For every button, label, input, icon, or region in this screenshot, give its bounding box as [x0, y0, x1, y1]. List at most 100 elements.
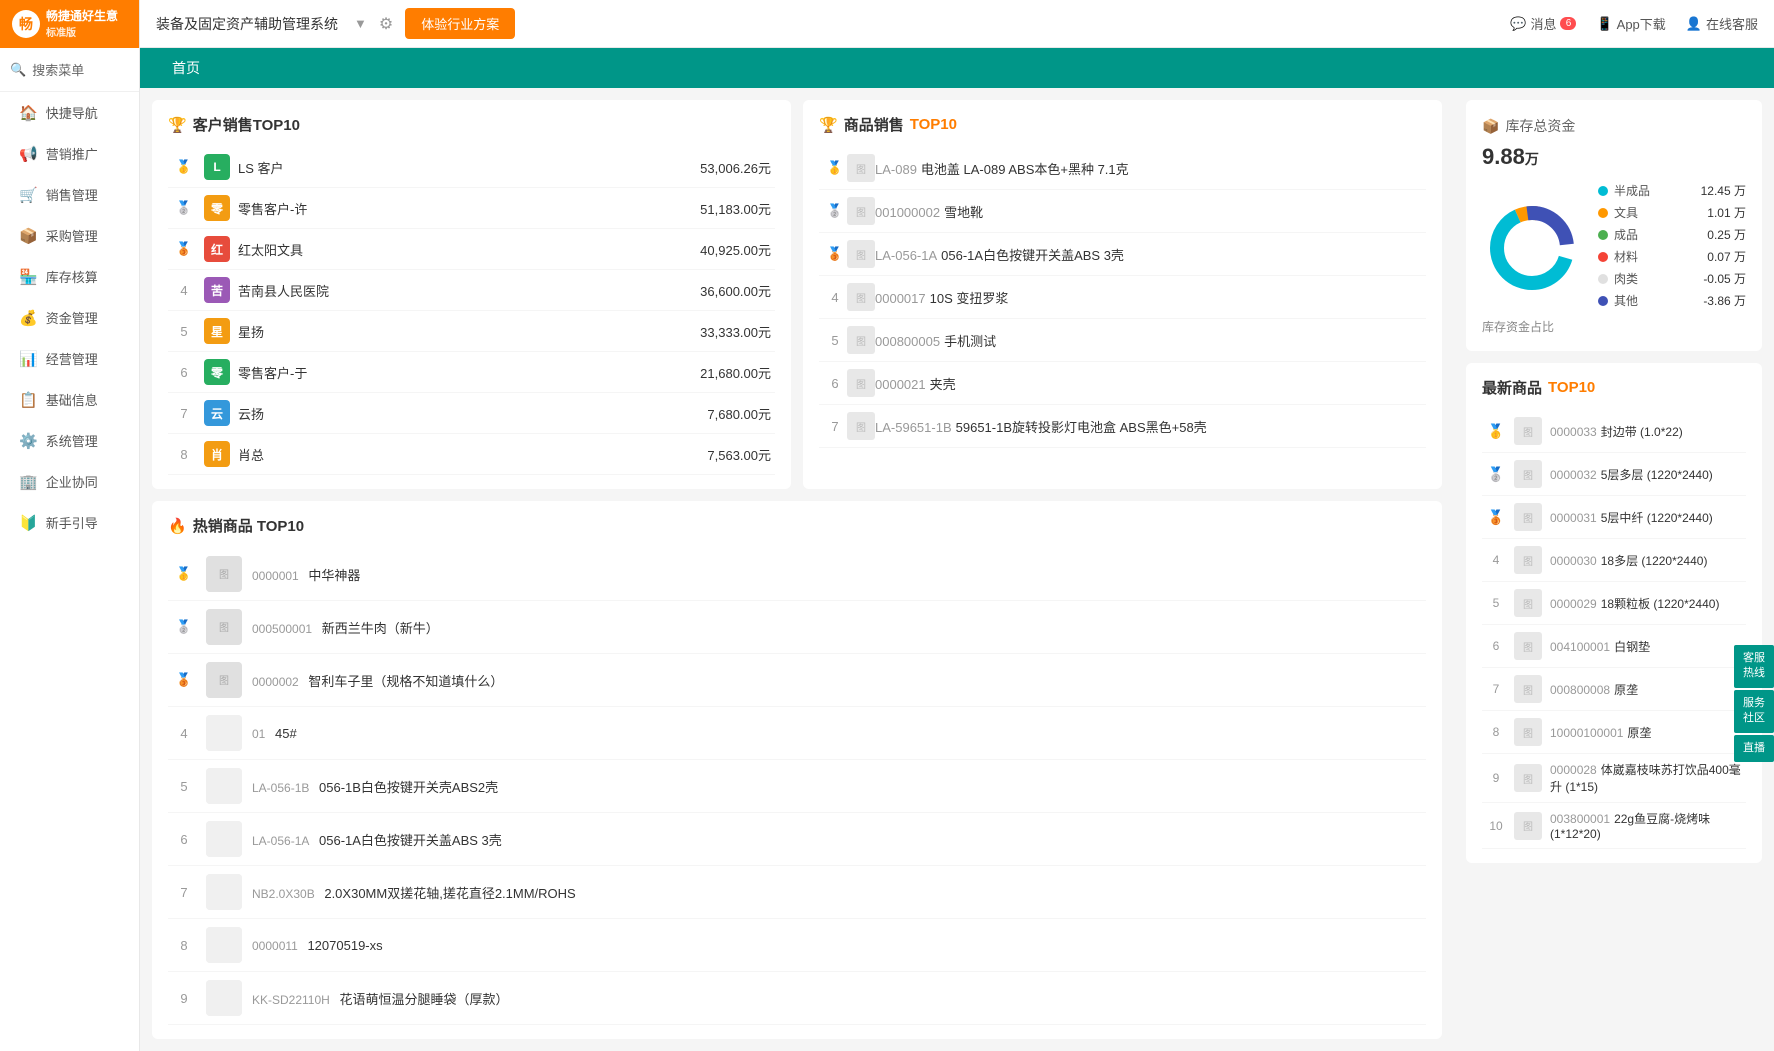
sidebar-item-system[interactable]: ⚙️系统管理 — [0, 420, 139, 461]
rank-amount: 40,925.00元 — [700, 240, 771, 259]
sidebar-item-operation[interactable]: 📊 经营管理 — [0, 338, 139, 379]
quick-nav-label: 快捷导航 — [46, 103, 98, 122]
product-info: LA-056-1A 056-1A白色按键开关盖ABS 3壳 — [252, 830, 1422, 849]
product-code: 0000001 — [252, 569, 299, 583]
rank-num: 7 — [172, 885, 196, 900]
rank-num: 10 — [1486, 819, 1506, 833]
inventory-label: 库存核算 — [46, 267, 98, 286]
legend-color — [1598, 230, 1608, 240]
legend-item: 成品 0.25 万 — [1598, 226, 1746, 243]
svg-text:图: 图 — [219, 675, 229, 687]
table-row: 4 图 000001710S 变扭罗浆 — [819, 276, 1426, 319]
rank-num: 4 — [1486, 553, 1506, 567]
rank-avatar: L — [204, 154, 230, 180]
rank-num: 9 — [172, 991, 196, 1006]
service-community-button[interactable]: 服务社区 — [1734, 690, 1774, 733]
product-image-placeholder — [206, 874, 242, 910]
rank-medal: 🥈 — [1486, 466, 1506, 483]
list-item: 4 01 45# — [168, 707, 1426, 760]
purchase-icon: 📦 — [19, 227, 38, 245]
purchase-label: 采购管理 — [46, 226, 98, 245]
sidebar-item-sales[interactable]: 🛒销售管理 — [0, 174, 139, 215]
basic-label: 基础信息 — [46, 390, 98, 409]
table-row: 6 零 零售客户-于 21,680.00元 — [168, 352, 775, 393]
rank-medal: 🥉 — [1486, 509, 1506, 526]
product-image: 图 — [847, 240, 875, 268]
app-download-button[interactable]: 📱 App下载 — [1596, 14, 1665, 33]
search-icon: 🔍 — [10, 62, 26, 78]
sidebar-item-finance[interactable]: 💰 资金管理 — [0, 297, 139, 338]
product-image: 图 — [1514, 812, 1542, 840]
sidebar-item-purchase[interactable]: 📦 采购管理 — [0, 215, 139, 256]
rank-num: 5 — [1486, 596, 1506, 610]
product-image-placeholder — [206, 715, 242, 751]
trophy-icon: 🏆 — [168, 116, 187, 134]
donut-chart — [1482, 198, 1582, 298]
top-rankings: 🏆 客户销售TOP10 🥇 L LS 客户 53,006.26元🥈 零 零售客户… — [152, 100, 1442, 489]
sidebar-item-basic[interactable]: 📋基础信息 — [0, 379, 139, 420]
rank-num: 6 — [172, 365, 196, 380]
dropdown-icon[interactable]: ▼ — [354, 16, 367, 31]
product-info: 0000001 中华神器 — [252, 565, 1422, 584]
customer-ranking-card: 🏆 客户销售TOP10 🥇 L LS 客户 53,006.26元🥈 零 零售客户… — [152, 100, 791, 489]
home-tab[interactable]: 首页 — [156, 50, 216, 86]
rank-amount: 36,600.00元 — [700, 281, 771, 300]
message-label: 消息 — [1530, 14, 1556, 33]
logo-sub: 标准版 — [46, 24, 118, 39]
rank-medal: 🥇 — [1486, 423, 1506, 440]
rank-medal: 🥇 — [172, 566, 196, 582]
list-item: 7 NB2.0X30B 2.0X30MM双搓花轴,搓花直径2.1MM/ROHS — [168, 866, 1426, 919]
marketing-label: 营销推广 — [46, 144, 98, 163]
product-name: 004100001白钢垫 — [1550, 638, 1742, 655]
product-name: 12070519-xs — [307, 938, 382, 953]
product-name: 000800008原垄 — [1550, 681, 1742, 698]
sidebar-item-inventory[interactable]: 🏪库存核算 — [0, 256, 139, 297]
product-image: 图 — [1514, 632, 1542, 660]
legend-color — [1598, 252, 1608, 262]
rank-name: LS 客户 — [238, 158, 700, 177]
svg-text:图: 图 — [219, 569, 229, 581]
product-info: LA-056-1B 056-1B白色按键开关壳ABS2壳 — [252, 777, 1422, 796]
topbar: 装备及固定资产辅助管理系统 ▼ ⚙ 体验行业方案 💬 消息 6 📱 App下载 … — [140, 0, 1774, 48]
new-products-card: 最新商品 TOP10 🥇 图 0000033封边带 (1.0*22)🥈 图 00… — [1466, 363, 1762, 863]
online-service-button[interactable]: 👤 在线客服 — [1686, 14, 1758, 33]
search-menu-button[interactable]: 🔍 搜索菜单 — [10, 56, 129, 83]
message-button[interactable]: 💬 消息 6 — [1510, 14, 1576, 33]
sidebar-item-enterprise[interactable]: 🏢企业协同 — [0, 461, 139, 502]
product-ranking-title: 🏆 商品销售 TOP10 — [819, 114, 1426, 135]
svg-text:图: 图 — [219, 622, 229, 634]
sidebar-item-guide[interactable]: 🔰新手引导 — [0, 502, 139, 543]
live-broadcast-button[interactable]: 直播 — [1734, 735, 1774, 762]
inventory-title: 📦 库存总资金 — [1482, 116, 1746, 136]
product-info: LA-089电池盖 LA-089 ABS本色+黑种 7.1克 — [875, 159, 1422, 178]
finance-icon: 💰 — [19, 309, 38, 327]
product-image-placeholder — [206, 768, 242, 804]
main-area: 装备及固定资产辅助管理系统 ▼ ⚙ 体验行业方案 💬 消息 6 📱 App下载 … — [140, 0, 1774, 1051]
list-item: 9 KK-SD22110H 花语萌恒温分腿睡袋（厚款） — [168, 972, 1426, 1025]
sidebar-item-marketing[interactable]: 📢营销推广 — [0, 133, 139, 174]
product-image: 图 — [1514, 718, 1542, 746]
rank-num: 7 — [172, 406, 196, 421]
sidebar-item-quick-nav[interactable]: 🏠快捷导航 — [0, 92, 139, 133]
inventory-ratio-label: 库存资金占比 — [1482, 318, 1746, 335]
rank-num: 4 — [172, 726, 196, 741]
product-name: 0000033封边带 (1.0*22) — [1550, 423, 1742, 440]
operation-icon: 📊 — [19, 350, 38, 368]
product-name: 45# — [275, 726, 297, 741]
legend-name: 材料 — [1614, 248, 1701, 265]
table-row: 6 图 0000021夹壳 — [819, 362, 1426, 405]
service-icon: 👤 — [1686, 16, 1702, 32]
finance-label: 资金管理 — [46, 308, 98, 327]
product-info: 0000011 12070519-xs — [252, 938, 1422, 953]
service-hotline-button[interactable]: 客服热线 — [1734, 645, 1774, 688]
product-name: 新西兰牛肉（新牛） — [322, 621, 439, 636]
rank-avatar: 零 — [204, 359, 230, 385]
rank-avatar: 红 — [204, 236, 230, 262]
gear-icon[interactable]: ⚙ — [379, 14, 393, 34]
rank-medal: 🥉 — [172, 672, 196, 688]
operation-label: 经营管理 — [46, 349, 98, 368]
right-panel: 📦 库存总资金 9.88万 半 — [1454, 88, 1774, 1051]
trial-button[interactable]: 体验行业方案 — [405, 8, 515, 39]
legend-item: 文具 1.01 万 — [1598, 204, 1746, 221]
product-name: 00000325层多层 (1220*2440) — [1550, 466, 1742, 483]
